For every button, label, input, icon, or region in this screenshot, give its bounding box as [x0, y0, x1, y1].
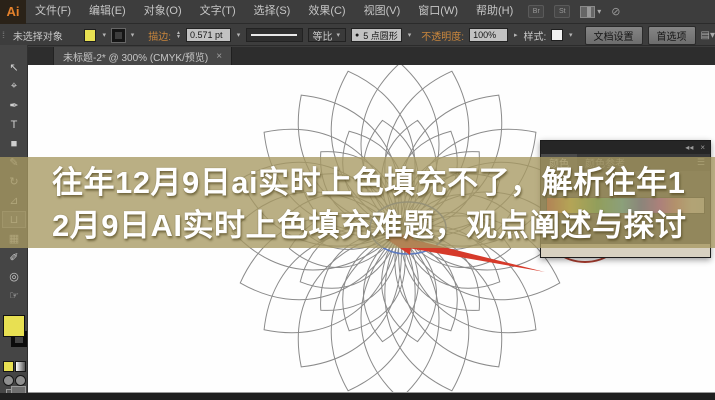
opacity-field[interactable]: 100%	[469, 28, 509, 42]
close-icon[interactable]: ×	[216, 51, 222, 62]
control-bar: ⁞⁞ 未选择对象 ▾ ▾ 描边: ▲ ▼ 0.571 pt ▾ 等比 ▾ ● 5…	[0, 25, 715, 46]
menu-file[interactable]: 文件(F)	[26, 0, 80, 23]
color-panel-titlebar[interactable]: ◂◂ ×	[541, 141, 710, 154]
preferences-button[interactable]: 首选项	[647, 25, 696, 45]
gradient-button[interactable]	[15, 361, 26, 372]
opacity-label: 不透明度:	[421, 31, 465, 43]
blend-tool[interactable]: ◎	[2, 268, 26, 285]
stroke-label: 描边:	[148, 31, 172, 43]
menu-type[interactable]: 文字(T)	[191, 0, 245, 23]
app-logo: Ai	[0, 0, 26, 24]
menu-select[interactable]: 选择(S)	[245, 0, 300, 23]
bridge-icon[interactable]: Br	[528, 5, 545, 18]
stock-icon[interactable]: St	[554, 5, 571, 18]
magic-wand-tool[interactable]: ⌖	[2, 78, 26, 95]
selection-tool[interactable]: ↖	[2, 59, 26, 76]
cs-live-icon[interactable]: ⊘	[611, 5, 620, 18]
drag-handle[interactable]: ⁞⁞	[0, 30, 8, 39]
draw-behind-icon[interactable]	[15, 375, 26, 386]
eyedropper-tool[interactable]: ✐	[2, 249, 26, 266]
menu-view[interactable]: 视图(V)	[355, 0, 410, 23]
arrange-documents-icon[interactable]: ▾	[580, 5, 602, 18]
opacity-flyout-icon[interactable]: ▸	[513, 31, 519, 39]
close-icon[interactable]: ×	[700, 143, 705, 152]
illustrator-window: Ai 文件(F) 编辑(E) 对象(O) 文字(T) 选择(S) 效果(C) 视…	[0, 0, 715, 400]
status-bar	[0, 393, 715, 400]
document-tab-title: 未标题-2* @ 300% (CMYK/预览)	[63, 52, 209, 64]
menu-window[interactable]: 窗口(W)	[409, 0, 467, 23]
pen-tool[interactable]: ✒	[2, 97, 26, 114]
selection-status-label: 未选择对象	[12, 31, 63, 43]
fill-swatch[interactable]	[3, 315, 25, 337]
document-tab[interactable]: 未标题-2* @ 300% (CMYK/预览) ×	[54, 47, 233, 65]
menu-edit[interactable]: 编辑(E)	[80, 0, 135, 23]
stroke-weight-field[interactable]: 0.571 pt	[186, 28, 231, 42]
variable-width-preview[interactable]	[246, 28, 303, 42]
headline-line-2: 2月9日AI实时上色填充难题，观点阐述与探讨	[52, 208, 687, 243]
style-label: 样式:	[523, 31, 547, 43]
headline-overlay: 往年12月9日ai实时上色填充不了，解析往年1 2月9日AI实时上色填充难题，观…	[0, 157, 715, 248]
stroke-weight-stepper[interactable]: ▲ ▼	[176, 31, 181, 40]
fill-color-swatch[interactable]	[83, 28, 97, 42]
stroke-color-swatch[interactable]	[110, 27, 126, 43]
headline-line-1: 往年12月9日ai实时上色填充不了，解析往年1	[52, 165, 686, 200]
chevron-down-icon[interactable]: ▾	[130, 31, 136, 39]
brush-dot-icon: ●	[355, 31, 360, 39]
document-tab-bar: 未标题-2* @ 300% (CMYK/预览) ×	[0, 47, 715, 65]
width-profile-dropdown[interactable]: 等比 ▾	[307, 28, 347, 43]
menu-bar: Ai 文件(F) 编辑(E) 对象(O) 文字(T) 选择(S) 效果(C) 视…	[0, 0, 715, 24]
collapse-icon[interactable]: ◂◂	[685, 143, 693, 152]
menu-effect[interactable]: 效果(C)	[299, 0, 354, 23]
rectangle-tool[interactable]: ■	[2, 135, 26, 152]
chevron-down-icon: ▾	[597, 7, 602, 16]
chevron-down-icon[interactable]: ▾	[407, 31, 413, 39]
draw-normal-icon[interactable]	[3, 375, 14, 386]
more-options-icon[interactable]: ▤▾	[701, 30, 715, 41]
menu-object[interactable]: 对象(O)	[135, 0, 191, 23]
menu-help[interactable]: 帮助(H)	[467, 0, 522, 23]
style-swatch[interactable]	[551, 29, 563, 41]
chevron-down-icon[interactable]: ▾	[101, 31, 107, 39]
document-setup-button[interactable]: 文档设置	[584, 25, 643, 45]
chevron-down-icon: ▾	[336, 32, 341, 39]
hand-tool[interactable]: ☞	[2, 287, 26, 304]
color-button[interactable]	[3, 361, 14, 372]
brush-definition-dropdown[interactable]: ● 5 点圆形	[351, 28, 402, 42]
type-tool[interactable]: T	[2, 116, 26, 133]
chevron-down-icon[interactable]: ▾	[236, 31, 242, 39]
chevron-down-icon[interactable]: ▾	[568, 31, 574, 39]
